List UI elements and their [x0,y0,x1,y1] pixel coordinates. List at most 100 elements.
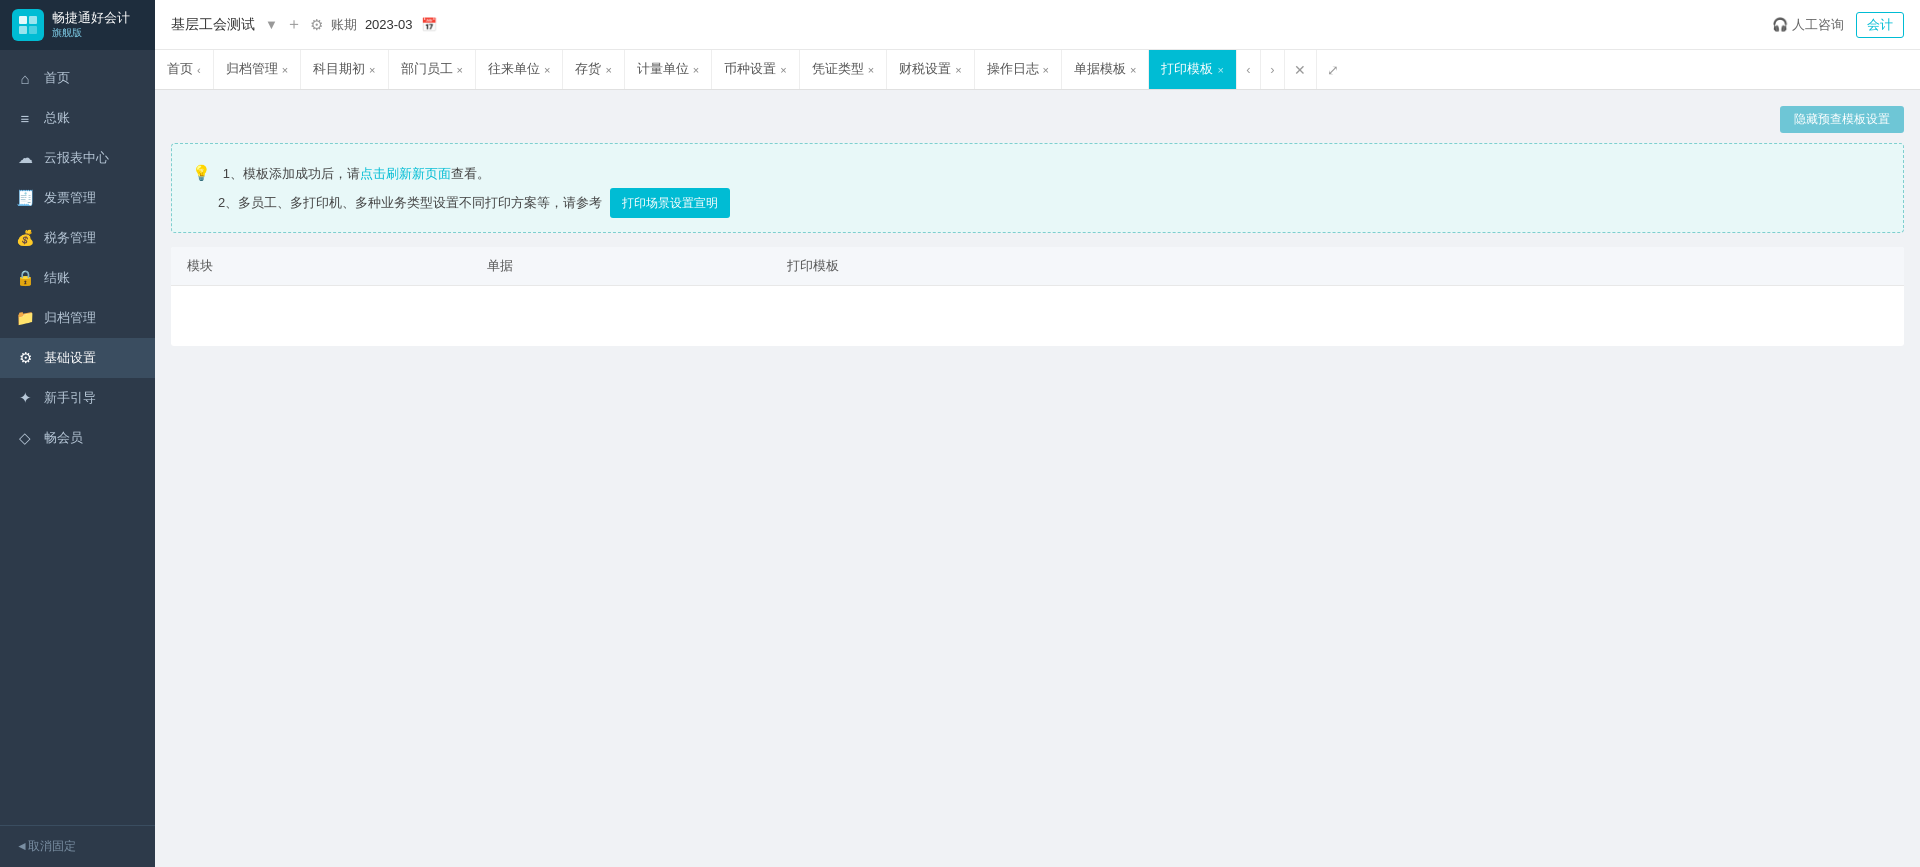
notice-line1: 💡 1、模板添加成功后，请点击刷新新页面查看。 [192,158,1883,188]
explain-button[interactable]: 打印场景设置宣明 [610,188,730,218]
sidebar-item-label: 基础设置 [44,349,96,367]
ledger-icon: ≡ [16,110,34,127]
topbar-right: 🎧 人工咨询 会计 [1772,12,1904,38]
app-logo-icon [12,9,44,41]
tab-partner[interactable]: 往来单位 × [476,50,563,89]
tab-close-icon[interactable]: × [1043,64,1049,76]
sidebar-item-invoice[interactable]: 🧾 发票管理 [0,178,155,218]
sidebar-item-home[interactable]: ⌂ 首页 [0,58,155,98]
tab-close-icon[interactable]: × [780,64,786,76]
tab-operation-log[interactable]: 操作日志 × [975,50,1062,89]
period-value: 2023-03 [365,17,413,32]
tab-archive[interactable]: 归档管理 × [214,50,301,89]
svg-rect-0 [19,16,27,24]
sidebar-item-guide[interactable]: ✦ 新手引导 [0,378,155,418]
tab-label: 归档管理 [226,61,278,78]
tab-prev-button[interactable]: ‹ [1237,50,1261,89]
tab-tax-setting[interactable]: 财税设置 × [887,50,974,89]
sidebar-item-label: 发票管理 [44,189,96,207]
archive-icon: 📁 [16,309,34,327]
sidebar-item-label: 归档管理 [44,309,96,327]
tab-next-button[interactable]: › [1261,50,1285,89]
sidebar-item-label: 税务管理 [44,229,96,247]
tab-document-template[interactable]: 单据模板 × [1062,50,1149,89]
sidebar-nav: ⌂ 首页 ≡ 总账 ☁ 云报表中心 🧾 发票管理 💰 税务管理 🔒 结账 📁 归… [0,50,155,825]
bulb-icon: 💡 [192,164,211,181]
sidebar-item-label: 云报表中心 [44,149,109,167]
tab-label: 存货 [575,61,601,78]
kuaiji-button[interactable]: 会计 [1856,12,1904,38]
svg-rect-1 [29,16,37,24]
page-content: 隐藏预查模板设置 💡 1、模板添加成功后，请点击刷新新页面查看。 2、多员工、多… [155,90,1920,867]
sidebar-item-label: 新手引导 [44,389,96,407]
tab-currency[interactable]: 币种设置 × [712,50,799,89]
sidebar-item-reports[interactable]: ☁ 云报表中心 [0,138,155,178]
tab-label: 打印模板 [1161,61,1213,78]
sidebar-unpin[interactable]: ◄取消固定 [0,825,155,867]
headset-icon: 🎧 [1772,17,1788,32]
col-module-header: 模块 [187,257,487,275]
reports-icon: ☁ [16,149,34,167]
sidebar-item-closing[interactable]: 🔒 结账 [0,258,155,298]
tab-voucher-type[interactable]: 凭证类型 × [800,50,887,89]
tab-close-all-button[interactable]: ✕ [1285,50,1317,89]
tabbar: 首页 ‹ 归档管理 × 科目期初 × 部门员工 × 往来单位 × 存货 × 计量… [155,50,1920,90]
sidebar-item-label: 畅会员 [44,429,83,447]
member-icon: ◇ [16,429,34,447]
tab-inventory[interactable]: 存货 × [563,50,624,89]
table-body [171,286,1904,346]
tab-close-icon[interactable]: × [868,64,874,76]
sidebar-item-archive[interactable]: 📁 归档管理 [0,298,155,338]
tab-close-icon[interactable]: × [544,64,550,76]
tab-label: 科目期初 [313,61,365,78]
app-name-block: 畅捷通好会计 旗舰版 [52,10,130,41]
tab-close-icon[interactable]: × [693,64,699,76]
data-table: 模块 单据 打印模板 [171,247,1904,346]
col-single-header: 单据 [487,257,787,275]
notice-line1-prefix: 1、模板添加成功后，请 [223,166,360,181]
company-dropdown-icon[interactable]: ▼ [265,17,278,32]
sidebar-item-label: 结账 [44,269,70,287]
tab-close-icon[interactable]: × [1217,64,1223,76]
table-header: 模块 单据 打印模板 [171,247,1904,286]
refresh-link[interactable]: 点击刷新新页面 [360,166,451,181]
tab-label: 财税设置 [899,61,951,78]
tab-home[interactable]: 首页 ‹ [155,50,214,89]
tab-close-icon[interactable]: × [1130,64,1136,76]
sidebar-item-ledger[interactable]: ≡ 总账 [0,98,155,138]
sidebar-item-member[interactable]: ◇ 畅会员 [0,418,155,458]
sidebar: 畅捷通好会计 旗舰版 ⌂ 首页 ≡ 总账 ☁ 云报表中心 🧾 发票管理 💰 税务… [0,0,155,867]
tab-label: 往来单位 [488,61,540,78]
tab-close-icon[interactable]: × [457,64,463,76]
tab-label: 计量单位 [637,61,689,78]
tab-subject[interactable]: 科目期初 × [301,50,388,89]
sidebar-item-tax[interactable]: 💰 税务管理 [0,218,155,258]
tab-expand-button[interactable]: ⤢ [1317,50,1349,89]
notice-line1-suffix: 查看。 [451,166,490,181]
tab-dept[interactable]: 部门员工 × [389,50,476,89]
add-tab-button[interactable]: ＋ [286,14,302,35]
tab-label: 部门员工 [401,61,453,78]
basic-icon: ⚙ [16,349,34,367]
tab-close-icon[interactable]: × [282,64,288,76]
sidebar-item-basic[interactable]: ⚙ 基础设置 [0,338,155,378]
invoice-icon: 🧾 [16,189,34,207]
tab-label: 首页 [167,61,193,78]
tab-close-icon[interactable]: × [605,64,611,76]
tab-print-template[interactable]: 打印模板 × [1149,50,1236,89]
svg-rect-2 [19,26,27,34]
tax-icon: 💰 [16,229,34,247]
tab-close-icon[interactable]: × [369,64,375,76]
sidebar-item-label: 总账 [44,109,70,127]
hide-preview-button[interactable]: 隐藏预查模板设置 [1780,106,1904,133]
sidebar-item-label: 首页 [44,69,70,87]
tab-unit[interactable]: 计量单位 × [625,50,712,89]
service-button[interactable]: 🎧 人工咨询 [1772,16,1844,34]
tab-close-icon[interactable]: × [955,64,961,76]
app-name: 畅捷通好会计 [52,10,130,27]
calendar-icon[interactable]: 📅 [421,17,437,32]
notice-box: 💡 1、模板添加成功后，请点击刷新新页面查看。 2、多员工、多打印机、多种业务类… [171,143,1904,233]
guide-icon: ✦ [16,389,34,407]
settings-icon[interactable]: ⚙ [310,16,323,34]
tab-label: 单据模板 [1074,61,1126,78]
